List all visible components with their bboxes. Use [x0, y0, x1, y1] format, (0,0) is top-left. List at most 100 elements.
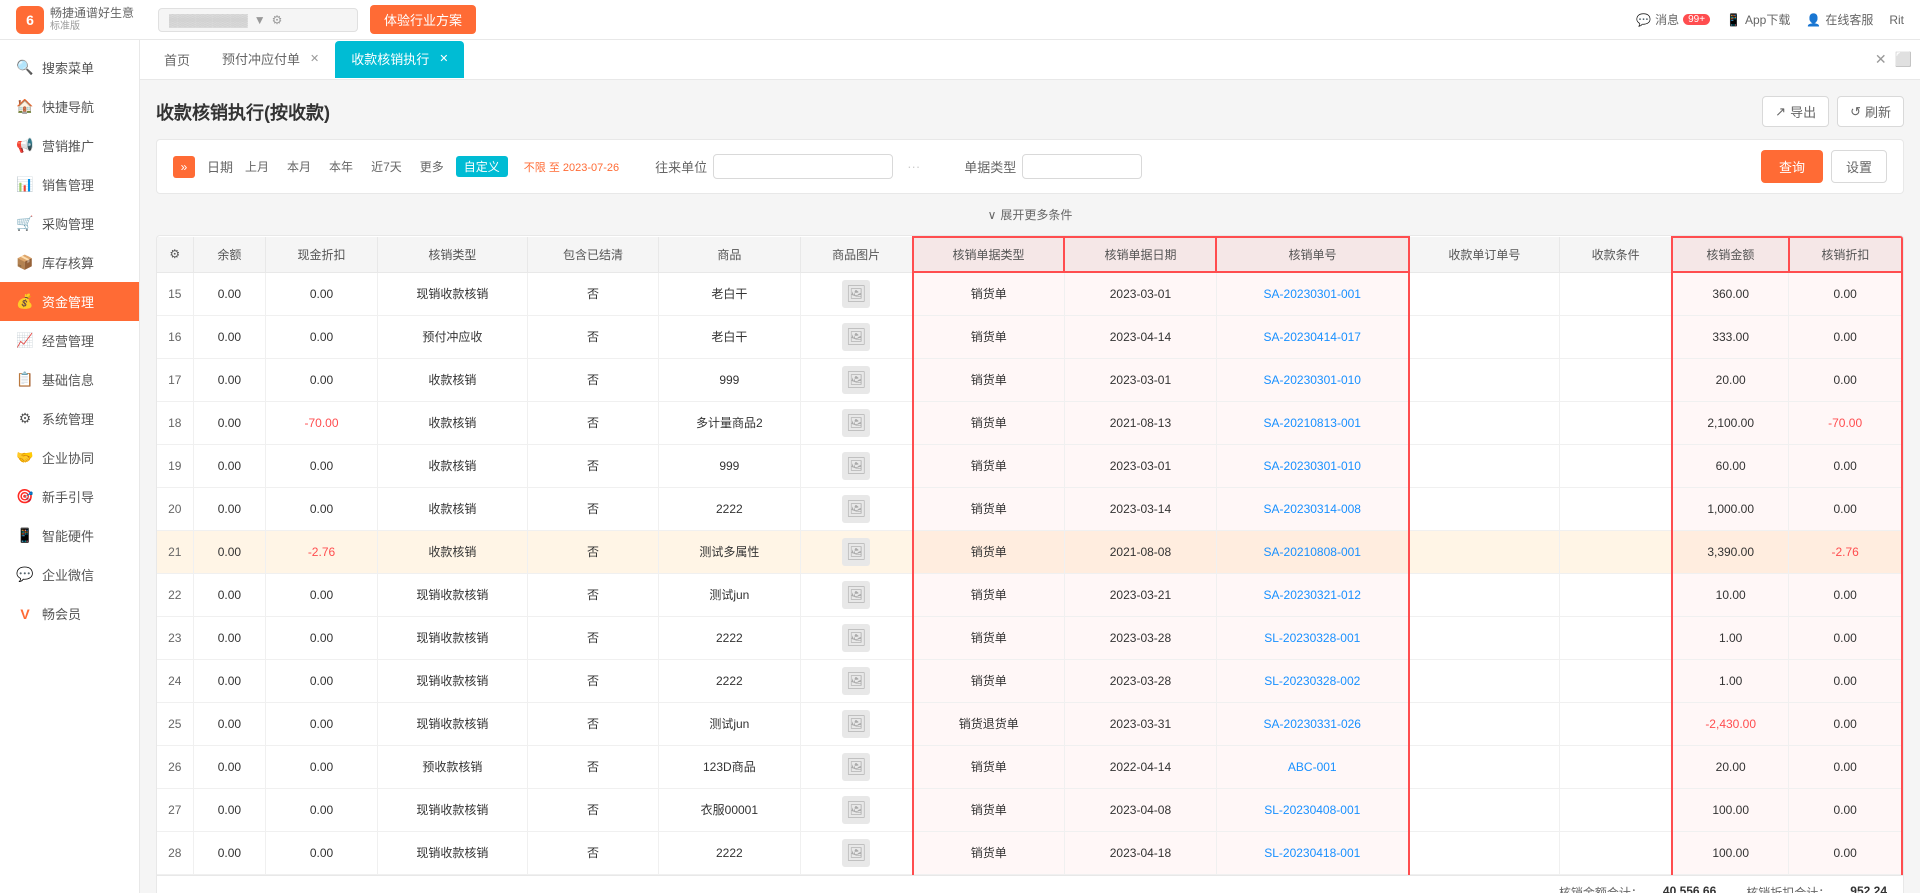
- cell-writeoff-type: 预付冲应收: [377, 315, 527, 358]
- cell-writeoff-type: 收款核销: [377, 444, 527, 487]
- cell-writeoff-type: 现销收款核销: [377, 831, 527, 874]
- service-group[interactable]: 👤 在线客服: [1806, 11, 1873, 28]
- top-bar-right: 💬 消息 99+ 📱 App下载 👤 在线客服 Rit: [1636, 11, 1904, 28]
- close-window-icon[interactable]: ✕: [1875, 51, 1887, 68]
- sidebar-item-inventory[interactable]: 📦 库存核算: [0, 243, 139, 282]
- sidebar-label-member: 畅会员: [42, 604, 81, 623]
- sidebar-item-guide[interactable]: 🎯 新手引导: [0, 477, 139, 516]
- cell-balance: 0.00: [193, 788, 266, 831]
- user-label: Rit: [1889, 13, 1904, 27]
- sidebar-item-marketing[interactable]: 📢 营销推广: [0, 126, 139, 165]
- sidebar-item-finance[interactable]: 💰 资金管理: [0, 282, 139, 321]
- sidebar-item-collab[interactable]: 🤝 企业协同: [0, 438, 139, 477]
- cell-receipt-terms: [1560, 573, 1672, 616]
- cell-bill-date: 2023-03-21: [1064, 573, 1216, 616]
- cell-cash-discount: 0.00: [266, 358, 378, 401]
- message-label: 消息: [1655, 11, 1679, 28]
- table-row: 18 0.00 -70.00 收款核销 否 多计量商品2 🖼 销货单 2021-…: [157, 401, 1902, 444]
- sidebar-item-system[interactable]: ⚙ 系统管理: [0, 399, 139, 438]
- main-layout: 🔍 搜索菜单 🏠 快捷导航 📢 营销推广 📊 销售管理 🛒 采购管理 📦 库存核…: [0, 40, 1920, 893]
- cell-id: 19: [157, 444, 193, 487]
- cell-writeoff-amount: 100.00: [1672, 788, 1789, 831]
- solution-button[interactable]: 体验行业方案: [370, 5, 476, 34]
- cell-product-image: 🖼: [800, 659, 912, 702]
- cell-writeoff-discount: 0.00: [1789, 831, 1902, 874]
- cell-writeoff-amount: 1.00: [1672, 616, 1789, 659]
- tab-home[interactable]: 首页: [148, 42, 206, 77]
- cell-product-image: 🖼: [800, 487, 912, 530]
- doctype-select[interactable]: [1022, 154, 1142, 179]
- tab-writeoff-close[interactable]: ✕: [439, 52, 448, 65]
- this-month-link[interactable]: 本月: [281, 156, 317, 177]
- sidebar-label-nav: 快捷导航: [42, 97, 94, 116]
- chevron-down-icon[interactable]: ▼: [254, 13, 266, 27]
- last7-link[interactable]: 近7天: [365, 156, 408, 177]
- filter-toggle-btn[interactable]: »: [173, 156, 195, 178]
- settings-icon[interactable]: ⚙: [272, 13, 283, 27]
- cell-product: 测试jun: [659, 702, 801, 745]
- page-header: 收款核销执行(按收款) ↗ 导出 ↺ 刷新: [156, 96, 1904, 127]
- collab-icon: 🤝: [16, 449, 34, 467]
- purchase-icon: 🛒: [16, 215, 34, 233]
- cell-bill-no: SA-20210808-001: [1216, 530, 1408, 573]
- sidebar-item-basic[interactable]: 📋 基础信息: [0, 360, 139, 399]
- cell-product-image: 🖼: [800, 702, 912, 745]
- sidebar: 🔍 搜索菜单 🏠 快捷导航 📢 营销推广 📊 销售管理 🛒 采购管理 📦 库存核…: [0, 40, 140, 893]
- cell-writeoff-discount: 0.00: [1789, 358, 1902, 401]
- export-button[interactable]: ↗ 导出: [1762, 96, 1829, 127]
- more-link[interactable]: 更多: [414, 156, 450, 177]
- cell-id: 15: [157, 272, 193, 315]
- cell-bill-date: 2023-04-18: [1064, 831, 1216, 874]
- footer-total-discount: 952.24: [1850, 884, 1887, 893]
- sidebar-item-search[interactable]: 🔍 搜索菜单: [0, 48, 139, 87]
- cell-writeoff-discount: 0.00: [1789, 573, 1902, 616]
- partner-label: 往来单位: [655, 157, 707, 176]
- cell-writeoff-amount: 100.00: [1672, 831, 1789, 874]
- sidebar-item-operation[interactable]: 📈 经营管理: [0, 321, 139, 360]
- wechat-icon: 💬: [16, 566, 34, 584]
- cell-include-settled: 否: [528, 401, 659, 444]
- tab-prepay-close[interactable]: ✕: [310, 52, 319, 65]
- table-row: 16 0.00 0.00 预付冲应收 否 老白干 🖼 销货单 2023-04-1…: [157, 315, 1902, 358]
- cell-writeoff-amount: -2,430.00: [1672, 702, 1789, 745]
- sidebar-item-purchase[interactable]: 🛒 采购管理: [0, 204, 139, 243]
- cell-writeoff-amount: 1,000.00: [1672, 487, 1789, 530]
- sidebar-item-wechat[interactable]: 💬 企业微信: [0, 555, 139, 594]
- col-settings[interactable]: ⚙: [157, 237, 193, 272]
- last-month-link[interactable]: 上月: [239, 156, 275, 177]
- page-actions: ↗ 导出 ↺ 刷新: [1762, 96, 1904, 127]
- sidebar-item-member[interactable]: V 畅会员: [0, 594, 139, 633]
- cell-include-settled: 否: [528, 573, 659, 616]
- sidebar-item-sales[interactable]: 📊 销售管理: [0, 165, 139, 204]
- maximize-icon[interactable]: ⬜: [1895, 51, 1912, 68]
- user-group[interactable]: Rit: [1889, 13, 1904, 27]
- page-content: 收款核销执行(按收款) ↗ 导出 ↺ 刷新 » 日期 上月: [140, 80, 1920, 893]
- custom-date-btn[interactable]: 自定义: [456, 156, 508, 177]
- settings-button[interactable]: 设置: [1831, 150, 1887, 183]
- query-button[interactable]: 查询: [1761, 150, 1823, 183]
- sidebar-item-nav[interactable]: 🏠 快捷导航: [0, 87, 139, 126]
- cell-writeoff-type: 现销收款核销: [377, 659, 527, 702]
- app-download-group[interactable]: 📱 App下载: [1726, 11, 1790, 28]
- doctype-filter-group: 单据类型: [964, 154, 1142, 179]
- refresh-button[interactable]: ↺ 刷新: [1837, 96, 1904, 127]
- cell-cash-discount: 0.00: [266, 573, 378, 616]
- cell-bill-date: 2023-03-01: [1064, 358, 1216, 401]
- col-cash-discount: 现金折扣: [266, 237, 378, 272]
- cell-bill-no: SA-20230314-008: [1216, 487, 1408, 530]
- cell-include-settled: 否: [528, 831, 659, 874]
- cell-writeoff-amount: 60.00: [1672, 444, 1789, 487]
- message-icon-group[interactable]: 💬 消息 99+: [1636, 11, 1710, 28]
- cell-bill-no: SL-20230328-002: [1216, 659, 1408, 702]
- expand-more-btn[interactable]: ∨ 展开更多条件: [980, 202, 1081, 227]
- cell-balance: 0.00: [193, 401, 266, 444]
- partner-input[interactable]: [713, 154, 893, 179]
- col-bill-type: 核销单据类型: [913, 237, 1065, 272]
- table-row: 15 0.00 0.00 现销收款核销 否 老白干 🖼 销货单 2023-03-…: [157, 272, 1902, 315]
- tab-writeoff[interactable]: 收款核销执行 ✕: [335, 41, 464, 78]
- cell-receipt-terms: [1560, 487, 1672, 530]
- this-year-link[interactable]: 本年: [323, 156, 359, 177]
- cell-writeoff-discount: 0.00: [1789, 616, 1902, 659]
- sidebar-item-hardware[interactable]: 📱 智能硬件: [0, 516, 139, 555]
- tab-prepay[interactable]: 预付冲应付单 ✕: [206, 41, 335, 78]
